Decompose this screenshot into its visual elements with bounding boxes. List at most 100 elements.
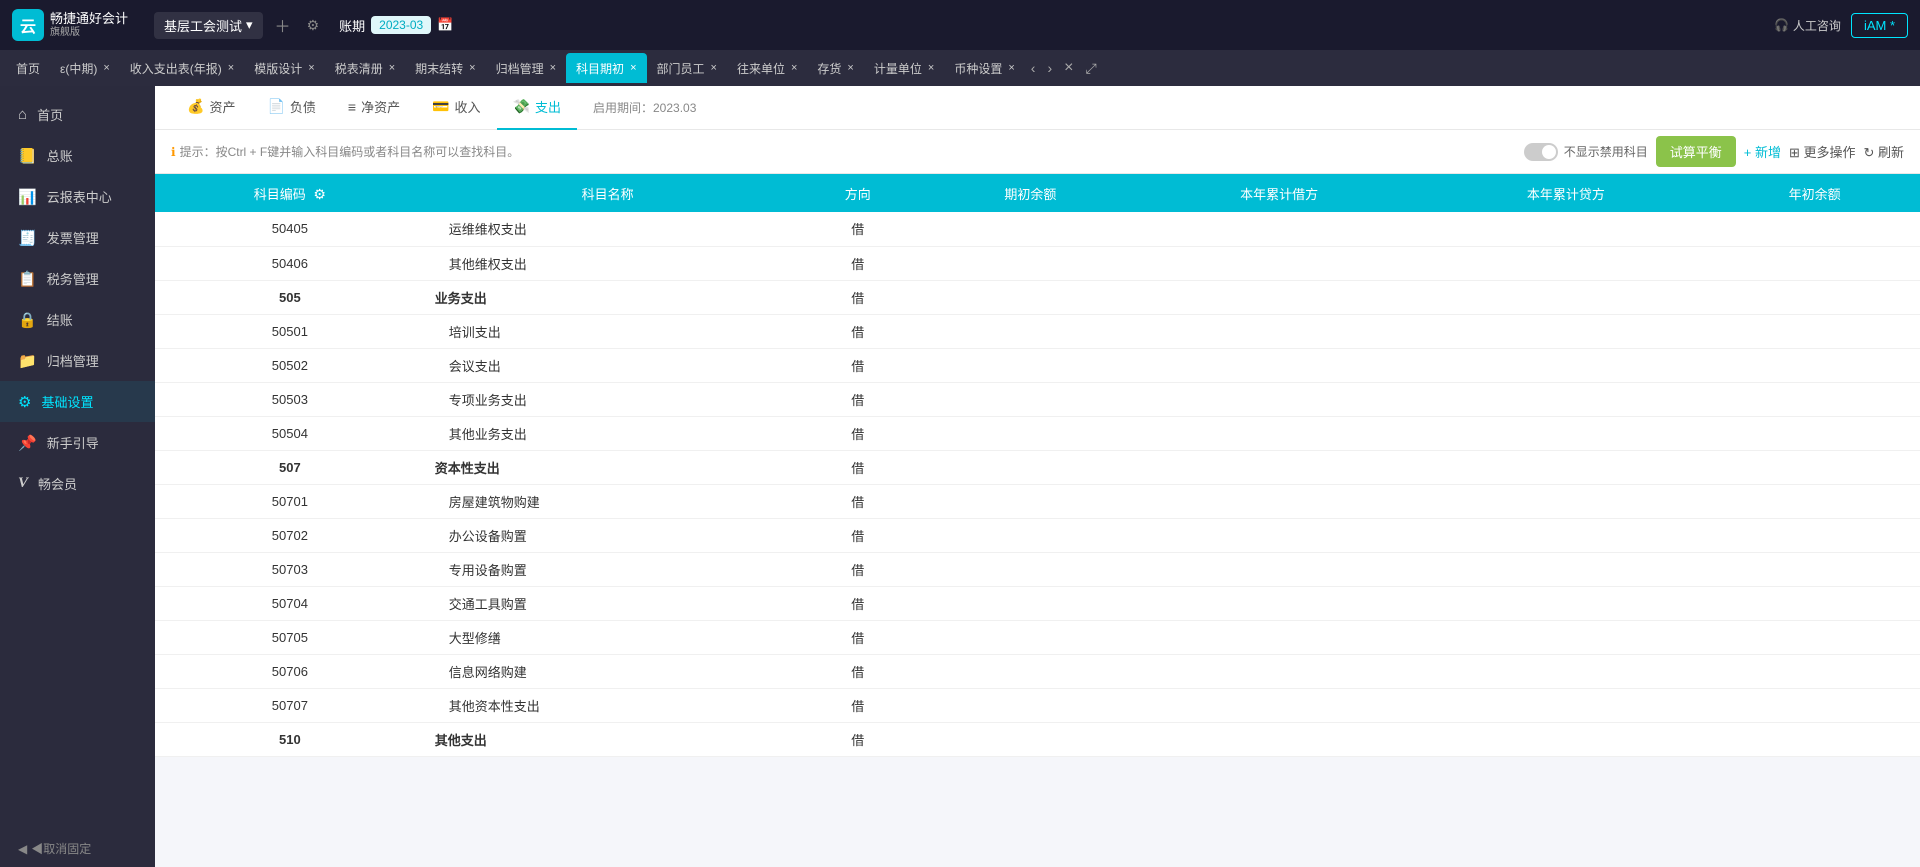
tab-prev-button[interactable]: ‹ [1025,60,1042,76]
account-button[interactable]: iAM * [1851,13,1908,38]
table-row[interactable]: 50703 专用设备购置 借 [155,552,1920,586]
tab-close-icon[interactable]: × [630,62,636,74]
sub-tab-liabilities[interactable]: 📄 负债 [251,86,331,130]
table-row[interactable]: 50704 交通工具购置 借 [155,586,1920,620]
tab-income[interactable]: 收入支出表(年报) × [120,53,244,83]
tab-subject-period[interactable]: 科目期初 × [566,53,646,83]
table-row[interactable]: 507 资本性支出 借 [155,450,1920,484]
table-row[interactable]: 50502 会议支出 借 [155,348,1920,382]
hint-text: ℹ 提示：按Ctrl + F键并输入科目编码或者科目名称可以查找科目。 [171,143,519,160]
sidebar-item-home[interactable]: ⌂ 首页 [0,94,155,135]
company-selector[interactable]: 基层工会测试 ▾ [154,12,263,39]
cell-year-balance [1709,280,1920,314]
toolbar-left: ℹ 提示：按Ctrl + F键并输入科目编码或者科目名称可以查找科目。 [171,143,1512,160]
table-row[interactable]: 505 业务支出 借 [155,280,1920,314]
table-row[interactable]: 510 其他支出 借 [155,722,1920,756]
table-row[interactable]: 50504 其他业务支出 借 [155,416,1920,450]
sidebar-item-label: 新手引导 [47,433,99,452]
tab-label: 部门员工 [657,60,705,77]
table-row[interactable]: 50701 房屋建筑物购建 借 [155,484,1920,518]
tab-period-end[interactable]: 期末结转 × [405,53,485,83]
cell-opening [925,688,1136,722]
sidebar-item-report[interactable]: 📊 云报表中心 [0,176,155,217]
tab-close-icon[interactable]: × [928,62,934,74]
table-row[interactable]: 50503 专项业务支出 借 [155,382,1920,416]
more-operations-button[interactable]: ⊞ 更多操作 [1789,142,1856,161]
tab-close-icon[interactable]: × [228,62,234,74]
tab-expand-icon[interactable]: ⤢ [1079,60,1102,77]
tab-close-icon[interactable]: × [1008,62,1014,74]
tab-close-icon[interactable]: × [103,62,109,74]
sub-tab-expenditure[interactable]: 💸 支出 [497,86,577,130]
tab-close-icon[interactable]: × [847,62,853,74]
settings-icon[interactable]: ⚙ [307,17,320,34]
add-tab-button[interactable]: ＋ [275,13,291,37]
cell-year-balance [1709,620,1920,654]
tab-close-all-button[interactable]: × [1058,59,1079,77]
sub-tab-assets[interactable]: 💰 资产 [171,86,251,130]
tab-currency[interactable]: 币种设置 × [944,53,1024,83]
sidebar-item-guide[interactable]: 📌 新手引导 [0,422,155,463]
tab-close-icon[interactable]: × [308,62,314,74]
table-row[interactable]: 50406 其他维权支出 借 [155,246,1920,280]
cell-year-credit [1423,280,1710,314]
tab-inventory[interactable]: 存货 × [807,53,863,83]
cell-name: 其他资本性支出 [425,688,791,722]
closing-icon: 🔒 [18,311,37,329]
table-row[interactable]: 50705 大型修缮 借 [155,620,1920,654]
sub-tab-net-assets[interactable]: ≡ 净资产 [332,86,416,130]
tab-label: ε(中期) [60,60,97,77]
tab-contacts[interactable]: 往来单位 × [727,53,807,83]
sidebar-collapse-button[interactable]: ◀ ◀取消固定 [0,830,155,867]
sub-tab-income[interactable]: 💳 收入 [416,86,496,130]
sub-tab-bar: 💰 资产 📄 负债 ≡ 净资产 💳 收入 💸 支出 启用期间：2023.03 [155,86,1920,130]
cell-name: 资本性支出 [425,450,791,484]
sidebar-item-tax[interactable]: 📋 税务管理 [0,258,155,299]
toggle-disabled-subjects[interactable]: 不显示禁用科目 [1524,143,1648,161]
tab-unit[interactable]: 计量单位 × [864,53,944,83]
tab-next-button[interactable]: › [1041,60,1058,76]
table-body: 50405 运维维权支出 借 50406 其他维权支出 借 505 业务支出 借… [155,212,1920,756]
calendar-icon[interactable]: 📅 [437,17,453,33]
period-info: 启用期间：2023.03 [593,99,696,116]
sidebar: ⌂ 首页 📒 总账 📊 云报表中心 🧾 发票管理 📋 税务管理 🔒 结账 📁 归… [0,86,155,867]
tab-close-icon[interactable]: × [791,62,797,74]
tab-close-icon[interactable]: × [550,62,556,74]
tab-home[interactable]: 首页 [6,53,50,83]
tab-dept[interactable]: 部门员工 × [647,53,727,83]
cell-name: 其他业务支出 [425,416,791,450]
sidebar-item-settings[interactable]: ⚙ 基础设置 [0,381,155,422]
add-button[interactable]: + 新增 [1744,142,1781,161]
table-row[interactable]: 50706 信息网络购建 借 [155,654,1920,688]
col-opening: 期初余额 [925,174,1136,212]
sidebar-item-invoice[interactable]: 🧾 发票管理 [0,217,155,258]
toggle-track[interactable] [1524,143,1558,161]
tab-close-icon[interactable]: × [711,62,717,74]
sidebar-item-ledger[interactable]: 📒 总账 [0,135,155,176]
tab-close-icon[interactable]: × [389,62,395,74]
cell-year-balance [1709,382,1920,416]
tab-archive[interactable]: 归档管理 × [486,53,566,83]
table-row[interactable]: 50707 其他资本性支出 借 [155,688,1920,722]
refresh-button[interactable]: ↻ 刷新 [1863,142,1904,161]
cell-year-balance [1709,314,1920,348]
cell-opening [925,484,1136,518]
table-row[interactable]: 50405 运维维权支出 借 [155,212,1920,246]
tab-label: 归档管理 [496,60,544,77]
sidebar-item-member[interactable]: V 畅会员 [0,463,155,504]
tab-close-icon[interactable]: × [469,62,475,74]
tab-template[interactable]: 模版设计 × [244,53,324,83]
help-button[interactable]: 🎧 人工咨询 [1774,17,1841,34]
table-row[interactable]: 50702 办公设备购置 借 [155,518,1920,552]
calc-balance-button[interactable]: 试算平衡 [1656,136,1736,167]
cell-direction: 借 [790,518,925,552]
cell-opening [925,620,1136,654]
table-row[interactable]: 50501 培训支出 借 [155,314,1920,348]
tab-interim[interactable]: ε(中期) × [50,53,120,83]
sidebar-item-closing[interactable]: 🔒 结账 [0,299,155,340]
tab-tax[interactable]: 税表清册 × [325,53,405,83]
cell-year-credit [1423,518,1710,552]
column-settings-icon[interactable]: ⚙ [313,186,326,202]
sidebar-item-archive[interactable]: 📁 归档管理 [0,340,155,381]
sidebar-item-label: 税务管理 [47,269,99,288]
